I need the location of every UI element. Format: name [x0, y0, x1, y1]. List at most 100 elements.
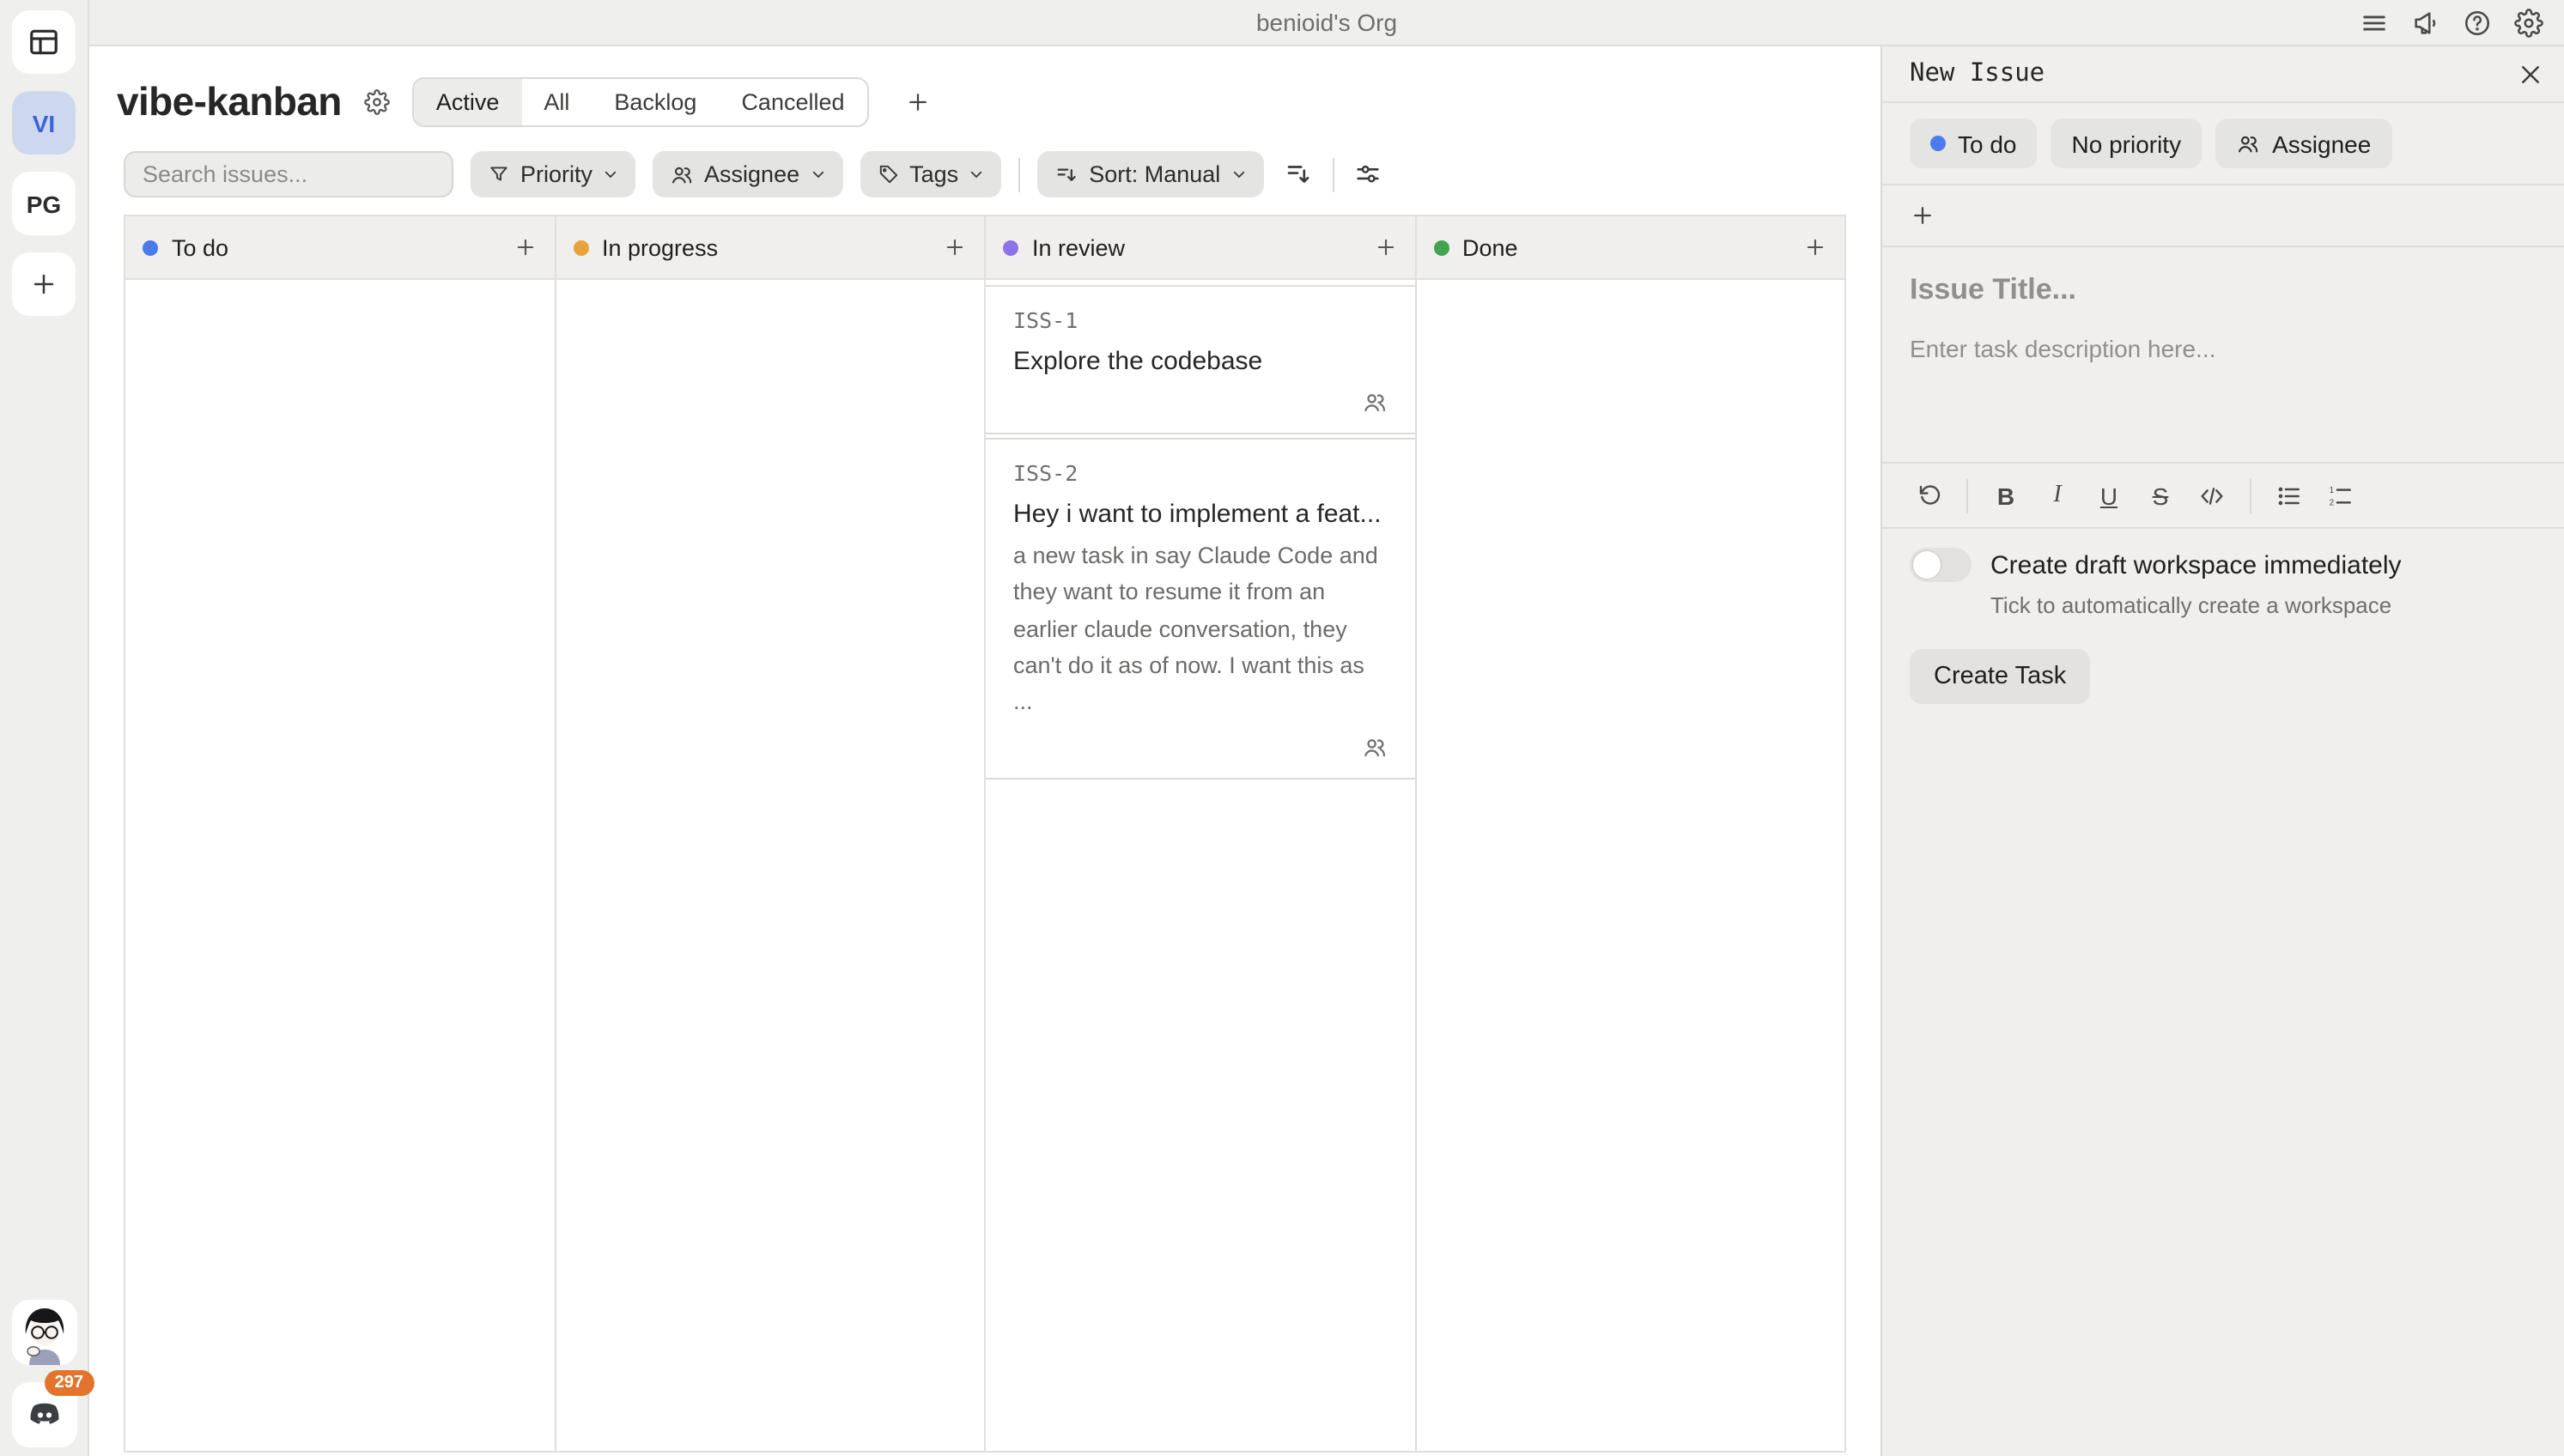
plus-icon[interactable] — [1910, 203, 1935, 228]
bold-button[interactable]: B — [1984, 473, 2028, 518]
discord-button[interactable]: 297 — [11, 1382, 76, 1447]
column-header: To do — [125, 216, 554, 280]
search-input[interactable] — [124, 151, 453, 197]
toggle-label: Create draft workspace immediately — [1990, 550, 2402, 579]
new-issue-panel: New Issue To do No priority Assignee — [1880, 46, 2564, 1456]
tab-all[interactable]: All — [521, 78, 592, 124]
italic-button[interactable]: I — [2035, 473, 2080, 518]
issue-title: Hey i want to implement a feat... — [1013, 500, 1387, 529]
numbered-list-button[interactable]: 12 — [2318, 473, 2363, 518]
workspace-button-pg[interactable]: PG — [12, 172, 76, 235]
status-dot — [143, 240, 158, 255]
users-icon — [670, 162, 694, 186]
panel-title: New Issue — [1910, 60, 2518, 88]
issue-property-chips: To do No priority Assignee — [1882, 103, 2564, 185]
card-footer — [1013, 390, 1387, 416]
board-settings-gear-icon[interactable] — [364, 88, 390, 114]
assignee-chip[interactable]: Assignee — [2215, 118, 2391, 168]
add-workspace-button[interactable] — [12, 252, 76, 316]
column-body — [125, 280, 554, 1451]
assignee-filter-label: Assignee — [704, 161, 799, 187]
org-title: benioid's Org — [89, 9, 2564, 36]
tags-filter-label: Tags — [909, 161, 958, 187]
tab-active[interactable]: Active — [414, 78, 522, 124]
assignee-icon[interactable] — [1361, 734, 1387, 760]
status-dot — [1003, 240, 1018, 255]
sort-button[interactable]: Sort: Manual — [1037, 151, 1263, 197]
bullet-list-button[interactable] — [2267, 473, 2312, 518]
draft-workspace-toggle[interactable] — [1910, 548, 1972, 582]
add-card-plus-icon[interactable] — [943, 235, 967, 259]
gear-icon[interactable] — [2514, 8, 2543, 37]
assignee-icon[interactable] — [1361, 390, 1387, 416]
megaphone-icon[interactable] — [2411, 8, 2440, 37]
workspace-initials: PG — [27, 190, 61, 217]
column-todo: To do — [125, 216, 556, 1451]
card-footer — [1013, 734, 1387, 760]
status-chip[interactable]: To do — [1910, 118, 2038, 168]
issue-id: ISS-1 — [1013, 307, 1387, 333]
svg-text:1: 1 — [2330, 485, 2335, 494]
tag-icon — [877, 163, 899, 185]
app-root: VI PG — [0, 0, 2564, 1456]
column-body — [556, 280, 984, 1451]
column-name: In review — [1032, 234, 1359, 260]
chevron-down-icon — [603, 167, 618, 182]
dashboard-button[interactable] — [12, 10, 76, 74]
sort-direction-button[interactable] — [1280, 157, 1315, 191]
add-tab-plus-icon[interactable] — [905, 88, 931, 114]
board-area: vibe-kanban Active All Backlog Cancelled… — [89, 46, 1880, 1456]
priority-chip[interactable]: No priority — [2051, 118, 2202, 168]
chevron-down-icon — [1230, 167, 1246, 182]
underline-button[interactable]: U — [2087, 473, 2131, 518]
tab-cancelled[interactable]: Cancelled — [719, 78, 866, 124]
code-button[interactable] — [2190, 473, 2234, 518]
strikethrough-button[interactable]: S — [2138, 473, 2183, 518]
issue-card-iss-2[interactable]: ISS-2 Hey i want to implement a feat... … — [986, 438, 1414, 779]
chevron-down-icon — [810, 167, 825, 182]
topbar-actions — [2360, 8, 2543, 37]
assignee-chip-label: Assignee — [2272, 130, 2371, 157]
status-dot — [573, 240, 588, 255]
toolbar-divider — [1018, 157, 1020, 191]
issue-description-input[interactable]: Enter task description here... — [1882, 307, 2564, 462]
undo-icon[interactable] — [1906, 473, 1951, 518]
menu-icon[interactable] — [2360, 8, 2389, 37]
column-in-progress: In progress — [556, 216, 986, 1451]
chevron-down-icon — [969, 167, 984, 182]
issue-title-input[interactable]: Issue Title... — [1882, 247, 2564, 307]
user-avatar[interactable] — [11, 1300, 76, 1365]
add-card-plus-icon[interactable] — [1373, 235, 1397, 259]
workspace-initials: VI — [33, 109, 55, 136]
page-title: vibe-kanban — [117, 78, 342, 124]
users-icon — [2236, 131, 2260, 155]
issue-id: ISS-2 — [1013, 460, 1387, 486]
close-icon[interactable] — [2518, 61, 2543, 87]
issue-description: a new task in say Claude Code and they w… — [1013, 537, 1387, 720]
create-task-button[interactable]: Create Task — [1910, 649, 2090, 704]
assignee-filter-button[interactable]: Assignee — [653, 151, 842, 197]
svg-text:2: 2 — [2330, 498, 2335, 507]
view-options-button[interactable] — [1351, 157, 1385, 191]
workspace-button-vi[interactable]: VI — [12, 91, 76, 155]
column-header: In review — [986, 216, 1414, 280]
status-tab-group: Active All Backlog Cancelled — [412, 76, 869, 126]
status-dot — [1930, 136, 1946, 151]
filter-toolbar: Priority Assignee Tags — [124, 151, 1880, 197]
priority-filter-button[interactable]: Priority — [471, 151, 635, 197]
discord-icon — [25, 1396, 63, 1434]
tab-backlog[interactable]: Backlog — [592, 78, 719, 124]
add-card-plus-icon[interactable] — [513, 235, 537, 259]
add-card-plus-icon[interactable] — [1803, 235, 1827, 259]
sort-label: Sort: Manual — [1089, 161, 1220, 187]
column-header: In progress — [556, 216, 984, 280]
editor-toolbar: B I U S 12 — [1882, 462, 2564, 529]
help-icon[interactable] — [2463, 8, 2492, 37]
column-body — [1416, 280, 1844, 1451]
issue-card-iss-1[interactable]: ISS-1 Explore the codebase — [986, 285, 1414, 434]
discord-notification-badge: 297 — [45, 1370, 94, 1396]
tags-filter-button[interactable]: Tags — [860, 151, 1001, 197]
sort-icon — [1054, 162, 1078, 186]
column-header: Done — [1416, 216, 1844, 280]
draft-workspace-toggle-row: Create draft workspace immediately — [1882, 529, 2564, 582]
